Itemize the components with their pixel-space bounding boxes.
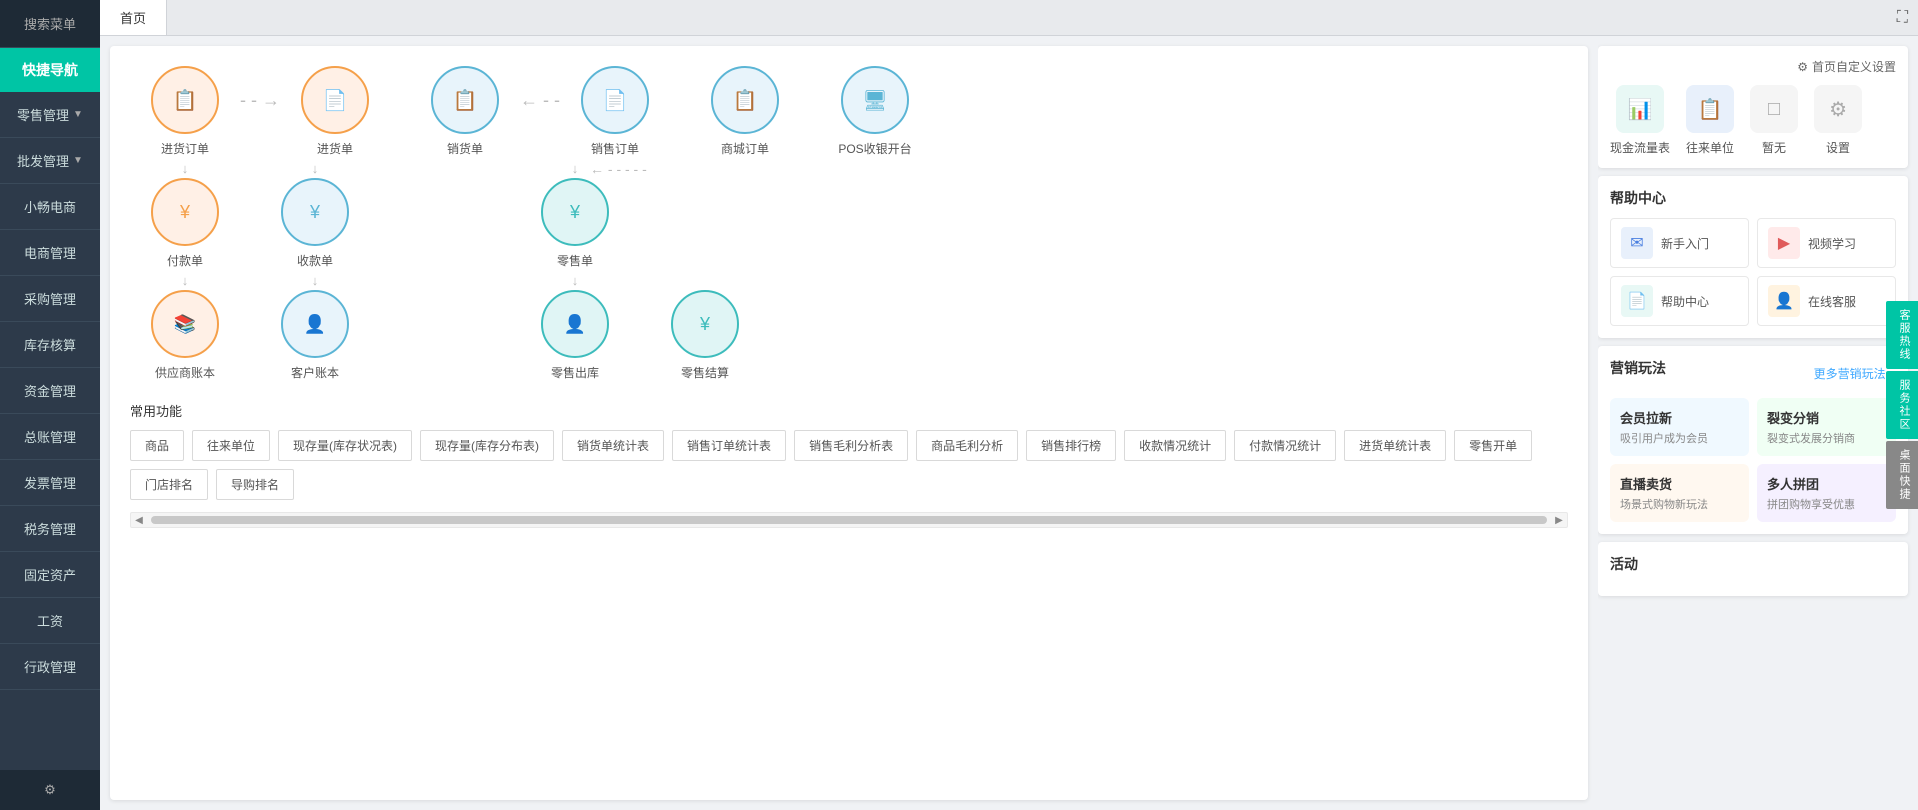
float-btn-community[interactable]: 服务社区 — [1886, 371, 1918, 439]
marketing-item-member[interactable]: 会员拉新 吸引用户成为会员 — [1610, 398, 1749, 456]
flow-node-supplier-book[interactable]: 📚 供应商账本 — [130, 290, 240, 381]
sidebar-search[interactable]: 搜索菜单 — [0, 0, 100, 48]
marketing-section: 营销玩法 更多营销玩法 > 会员拉新 吸引用户成为会员 裂变分销 裂变式发展分销… — [1598, 346, 1908, 534]
flow-section: 📋 进货订单 - - → 📄 进货单 📋 销货单 — [130, 66, 1568, 381]
sidebar-item-wholesale[interactable]: 批发管理▼ — [0, 138, 100, 184]
right-panel: ⚙ 首页自定义设置 📊 现金流量表 📋 往来单位 □ 暂无 — [1598, 36, 1918, 810]
sidebar-item-capital[interactable]: 资金管理 — [0, 368, 100, 414]
activity-title: 活动 — [1610, 554, 1896, 574]
sidebar-item-purchase[interactable]: 采购管理 — [0, 276, 100, 322]
tab-expand-icon[interactable]: ⛶ — [1887, 9, 1918, 27]
flow-node-receipt[interactable]: ¥ 收款单 — [260, 178, 370, 269]
float-buttons: 客服热线 服务社区 桌面快捷 — [1886, 301, 1918, 509]
arrow-from-pos: ← - - - - - — [590, 161, 647, 199]
flow-node-customer-book[interactable]: 👤 客户账本 — [260, 290, 370, 381]
func-btn-sales-stat[interactable]: 销货单统计表 — [562, 430, 664, 461]
col-supplier: ↓ 📚 供应商账本 — [130, 273, 240, 381]
help-item-video[interactable]: ▶ 视频学习 — [1757, 218, 1896, 268]
col-retail-out: ↓ 👤 零售出库 — [520, 273, 630, 381]
func-btn-payment-stat[interactable]: 付款情况统计 — [1234, 430, 1336, 461]
col-sales: ↓ ¥ 收款单 — [260, 161, 370, 269]
marketing-item-group[interactable]: 多人拼团 拼团购物享受优惠 — [1757, 464, 1896, 522]
marketing-grid: 会员拉新 吸引用户成为会员 裂变分销 裂变式发展分销商 直播卖货 场景式购物新玩… — [1610, 398, 1896, 522]
sidebar-item-fixed-assets[interactable]: 固定资产 — [0, 552, 100, 598]
flow-node-retail-out[interactable]: 👤 零售出库 — [520, 290, 630, 381]
quick-access-section: ⚙ 首页自定义设置 📊 现金流量表 📋 往来单位 □ 暂无 — [1598, 46, 1908, 168]
func-btn-gross1[interactable]: 销售毛利分析表 — [794, 430, 908, 461]
flow-node-retail-settle[interactable]: ¥ 零售结算 — [650, 290, 760, 381]
tabbar: 首页 ⛶ — [100, 0, 1918, 36]
help-item-online-service[interactable]: 👤 在线客服 — [1757, 276, 1896, 326]
scroll-thumb — [151, 516, 1547, 524]
sidebar-item-ecommerce[interactable]: 电商管理 — [0, 230, 100, 276]
sidebar-item-retail[interactable]: 零售管理▼ — [0, 92, 100, 138]
quick-icon-settings[interactable]: ⚙ 设置 — [1814, 85, 1862, 156]
func-btn-stock2[interactable]: 现存量(库存分布表) — [420, 430, 554, 461]
func-btn-guide-rank[interactable]: 导购排名 — [216, 469, 294, 500]
tab-home[interactable]: 首页 — [100, 0, 167, 35]
marketing-item-live[interactable]: 直播卖货 场景式购物新玩法 — [1610, 464, 1749, 522]
sidebar-item-ecommerce-small[interactable]: 小畅电商 — [0, 184, 100, 230]
sidebar-item-ledger[interactable]: 总账管理 — [0, 414, 100, 460]
scroll-left-btn[interactable]: ◀ — [131, 513, 147, 527]
flow-node-pos[interactable]: 🖥 POS收银开台 — [820, 66, 930, 157]
func-btn-sales-order-stat[interactable]: 销售订单统计表 — [672, 430, 786, 461]
sidebar-settings[interactable]: ⚙ — [0, 770, 100, 810]
func-btn-store-rank[interactable]: 门店排名 — [130, 469, 208, 500]
marketing-item-fission[interactable]: 裂变分销 裂变式发展分销商 — [1757, 398, 1896, 456]
scroll-right-btn[interactable]: ▶ — [1551, 513, 1567, 527]
func-grid: 商品 往来单位 现存量(库存状况表) 现存量(库存分布表) 销货单统计表 销售订… — [130, 430, 1568, 500]
help-item-help-center[interactable]: 📄 帮助中心 — [1610, 276, 1749, 326]
sidebar-item-tax[interactable]: 税务管理 — [0, 506, 100, 552]
flow-node-sales-order[interactable]: 📄 销售订单 — [560, 66, 670, 157]
func-btn-partners[interactable]: 往来单位 — [192, 430, 270, 461]
float-btn-desktop[interactable]: 桌面快捷 — [1886, 441, 1918, 509]
sidebar-item-invoice[interactable]: 发票管理 — [0, 460, 100, 506]
scroll-area[interactable]: ◀ ▶ — [130, 512, 1568, 528]
flow-node-sales[interactable]: 📋 销货单 — [410, 66, 520, 157]
float-btn-service[interactable]: 客服热线 — [1886, 301, 1918, 369]
sidebar: 搜索菜单 快捷导航 零售管理▼ 批发管理▼ 小畅电商 电商管理 采购管理 库存核… — [0, 0, 100, 810]
col-customer: ↓ 👤 客户账本 — [260, 273, 370, 381]
help-center-section: 帮助中心 ✉ 新手入门 ▶ 视频学习 📄 帮助中心 👤 — [1598, 176, 1908, 338]
flow-node-purchase-order[interactable]: 📋 进货订单 — [130, 66, 240, 157]
col-purchase: ↓ ¥ 付款单 — [130, 161, 240, 269]
common-functions: 常用功能 商品 往来单位 现存量(库存状况表) 现存量(库存分布表) 销货单统计… — [130, 401, 1568, 500]
marketing-title: 营销玩法 — [1610, 358, 1666, 378]
flow-node-purchase[interactable]: 📄 进货单 — [280, 66, 390, 157]
help-grid: ✉ 新手入门 ▶ 视频学习 📄 帮助中心 👤 在线客服 — [1610, 218, 1896, 326]
sidebar-item-inventory[interactable]: 库存核算 — [0, 322, 100, 368]
quick-icons: 📊 现金流量表 📋 往来单位 □ 暂无 ⚙ 设置 — [1610, 85, 1896, 156]
arrow-right-1: - - → — [240, 90, 280, 133]
content-area: 📋 进货订单 - - → 📄 进货单 📋 销货单 — [100, 36, 1918, 810]
sidebar-item-salary[interactable]: 工资 — [0, 598, 100, 644]
sidebar-nav-header: 快捷导航 — [0, 48, 100, 92]
func-btn-purchase-stat[interactable]: 进货单统计表 — [1344, 430, 1446, 461]
help-item-beginner[interactable]: ✉ 新手入门 — [1610, 218, 1749, 268]
func-btn-receipt-stat[interactable]: 收款情况统计 — [1124, 430, 1226, 461]
quick-icon-partners[interactable]: 📋 往来单位 — [1686, 85, 1734, 156]
func-btn-sales-rank[interactable]: 销售排行榜 — [1026, 430, 1116, 461]
quick-icon-cashflow[interactable]: 📊 现金流量表 — [1610, 85, 1670, 156]
col-retail-settle: ↓ ¥ 零售结算 — [650, 273, 760, 381]
marketing-header: 营销玩法 更多营销玩法 > — [1610, 358, 1896, 388]
left-panel: 📋 进货订单 - - → 📄 进货单 📋 销货单 — [110, 46, 1588, 800]
activity-section: 活动 — [1598, 542, 1908, 596]
quick-access-header: ⚙ 首页自定义设置 — [1610, 58, 1896, 75]
func-btn-goods[interactable]: 商品 — [130, 430, 184, 461]
customize-link[interactable]: ⚙ 首页自定义设置 — [1797, 58, 1896, 75]
main-area: 首页 ⛶ 📋 进货订单 - - → 📄 — [100, 0, 1918, 810]
func-btn-retail-order[interactable]: 零售开单 — [1454, 430, 1532, 461]
more-marketing-link[interactable]: 更多营销玩法 > — [1814, 365, 1896, 382]
func-btn-stock1[interactable]: 现存量(库存状况表) — [278, 430, 412, 461]
help-center-title: 帮助中心 — [1610, 188, 1896, 208]
flow-node-mall-order[interactable]: 📋 商城订单 — [690, 66, 800, 157]
sidebar-item-admin[interactable]: 行政管理 — [0, 644, 100, 690]
flow-node-payment[interactable]: ¥ 付款单 — [130, 178, 240, 269]
arrow-left-1: ← - - — [520, 90, 560, 133]
common-functions-title: 常用功能 — [130, 401, 1568, 420]
quick-icon-none[interactable]: □ 暂无 — [1750, 85, 1798, 156]
func-btn-gross2[interactable]: 商品毛利分析 — [916, 430, 1018, 461]
